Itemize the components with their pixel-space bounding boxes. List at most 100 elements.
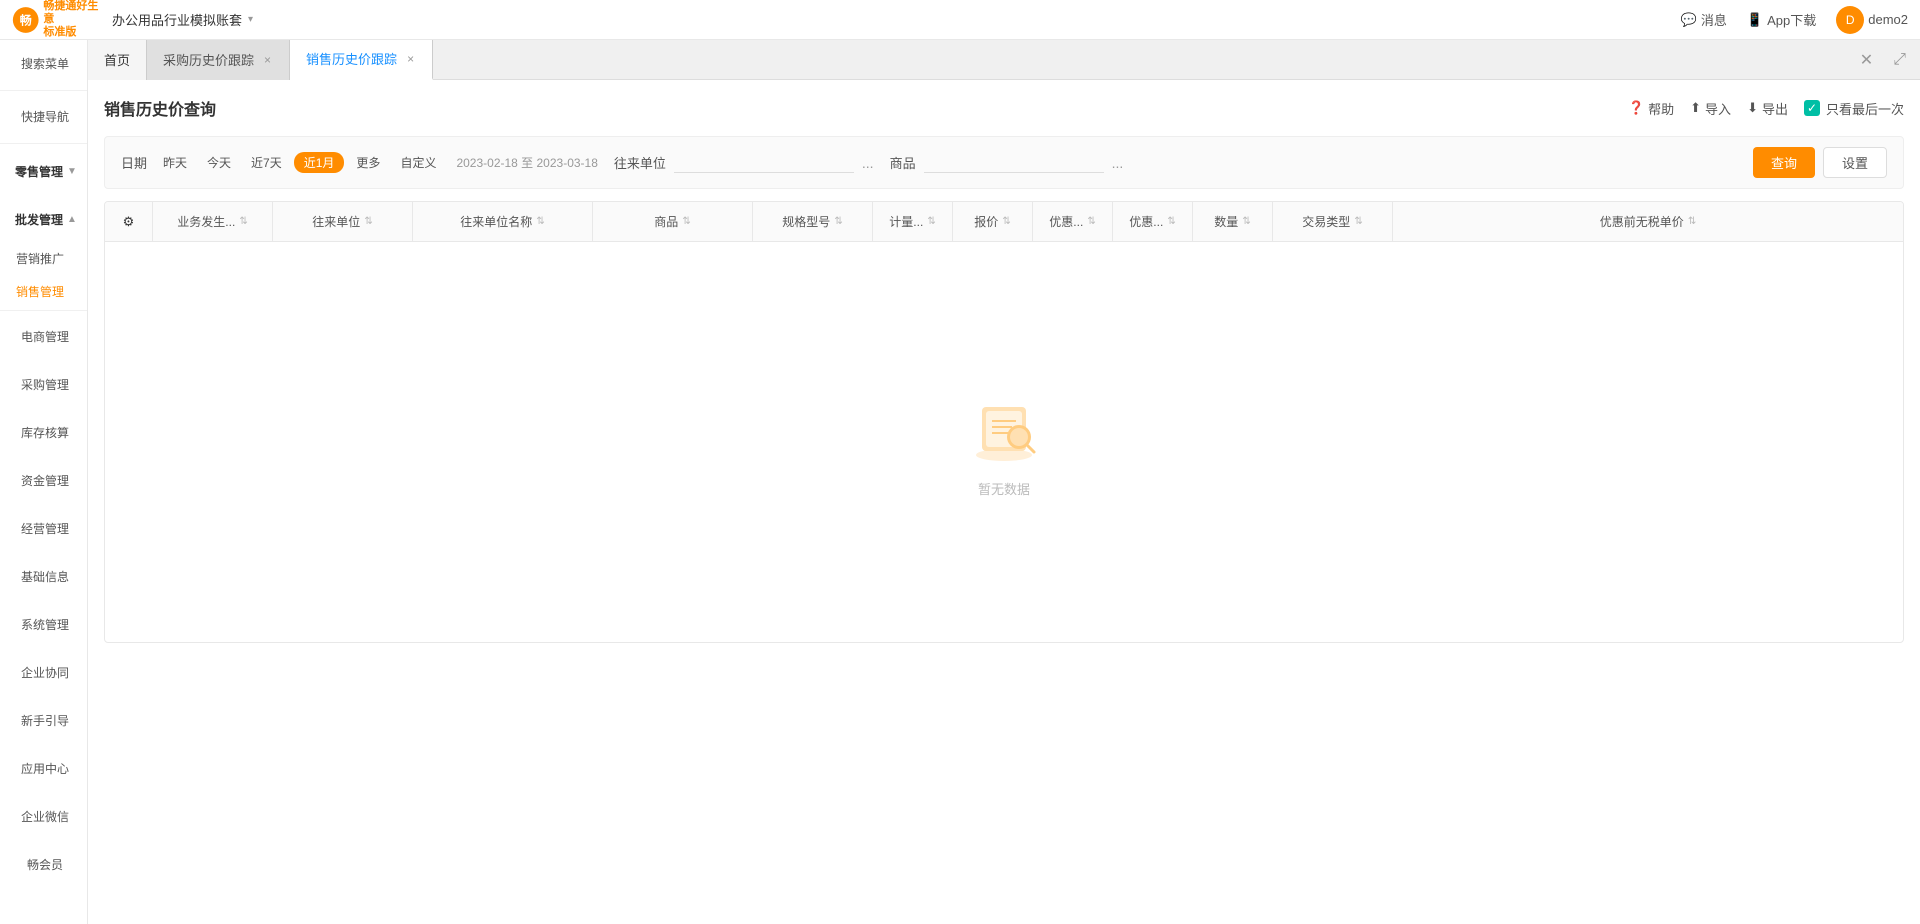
sidebar-item-new-guide[interactable]: 新手引导 <box>0 697 87 745</box>
tab-sales-history-label: 销售历史价跟踪 <box>306 49 397 68</box>
th-quote-label: 报价 <box>974 213 998 230</box>
sidebar-item-basic-info[interactable]: 基础信息 <box>0 553 87 601</box>
date-btn-1month[interactable]: 近1月 <box>294 152 345 173</box>
enterprise-wechat-label: 企业微信 <box>21 809 69 826</box>
table-container: ⚙ 业务发生... ⇅ 往来单位 ⇅ 往来单位名称 ⇅ <box>104 201 1904 643</box>
help-icon: ❓ <box>1628 100 1644 116</box>
sidebar-item-vip-member[interactable]: 畅会员 <box>0 841 87 889</box>
page-title-row: 销售历史价查询 ❓ 帮助 ⬆ 导入 ⬇ 导出 ✓ <box>104 96 1904 120</box>
date-btn-today[interactable]: 今天 <box>199 152 239 173</box>
sidebar-item-ecommerce[interactable]: 电商管理 <box>0 313 87 361</box>
date-filter-group: 日期 昨天 今天 近7天 近1月 更多 自定义 2023-02-18 至 202… <box>121 152 598 173</box>
th-bizdate-label: 业务发生... <box>177 213 235 230</box>
sidebar-item-quick-nav[interactable]: 快捷导航 <box>0 93 87 141</box>
sort-icon-disc2: ⇅ <box>1167 216 1175 227</box>
sidebar-item-inventory[interactable]: 库存核算 <box>0 409 87 457</box>
sidebar-item-sales-mgmt[interactable]: 销售管理 <box>0 275 87 308</box>
chevron-down-icon: ▾ <box>248 14 253 25</box>
import-button[interactable]: ⬆ 导入 <box>1690 99 1731 118</box>
table-settings-button[interactable]: ⚙ <box>105 202 153 241</box>
tab-sales-history-close[interactable]: × <box>405 50 416 68</box>
th-unitname[interactable]: 往来单位名称 ⇅ <box>413 202 593 241</box>
sort-icon-goods: ⇅ <box>682 216 690 227</box>
th-pretax[interactable]: 优惠前无税单价 ⇅ <box>1393 202 1903 241</box>
ecommerce-label: 电商管理 <box>21 329 69 346</box>
sidebar-divider-3 <box>0 310 87 311</box>
app-download-button[interactable]: 📱 App下载 <box>1747 10 1816 29</box>
sidebar-item-wholesale-mgmt[interactable]: 批发管理 ▲ <box>0 194 87 242</box>
tab-close-all-button[interactable]: ✕ <box>1854 48 1879 72</box>
message-icon: 💬 <box>1681 12 1697 28</box>
goods-input[interactable] <box>924 153 1104 173</box>
export-icon: ⬇ <box>1747 100 1758 116</box>
th-qty[interactable]: 数量 ⇅ <box>1193 202 1273 241</box>
sort-icon-quote: ⇅ <box>1002 216 1010 227</box>
date-btn-yesterday[interactable]: 昨天 <box>155 152 195 173</box>
sidebar-item-marketing[interactable]: 营销推广 <box>0 242 87 275</box>
table-header: ⚙ 业务发生... ⇅ 往来单位 ⇅ 往来单位名称 ⇅ <box>105 202 1903 242</box>
sidebar-item-search-menu[interactable]: 搜索菜单 <box>0 40 87 88</box>
unit-input[interactable] <box>674 153 854 173</box>
date-buttons: 昨天 今天 近7天 近1月 更多 自定义 <box>155 152 444 173</box>
sidebar-item-enterprise-wechat[interactable]: 企业微信 <box>0 793 87 841</box>
th-disc2-label: 优惠... <box>1129 213 1163 230</box>
th-bizdate[interactable]: 业务发生... ⇅ <box>153 202 273 241</box>
filter-bar: 日期 昨天 今天 近7天 近1月 更多 自定义 2023-02-18 至 202… <box>104 136 1904 189</box>
logo-area: 畅 畅捷通好生意 标准版 <box>12 0 100 39</box>
tab-purchase-history-label: 采购历史价跟踪 <box>163 50 254 69</box>
app-selector[interactable]: 办公用品行业模拟账套 ▾ <box>100 10 1681 29</box>
message-button[interactable]: 💬 消息 <box>1681 10 1727 29</box>
th-txtype[interactable]: 交易类型 ⇅ <box>1273 202 1393 241</box>
page-title: 销售历史价查询 <box>104 96 216 120</box>
th-unit[interactable]: 往来单位 ⇅ <box>273 202 413 241</box>
date-btn-custom[interactable]: 自定义 <box>392 152 444 173</box>
tab-sales-history[interactable]: 销售历史价跟踪 × <box>290 40 433 80</box>
page-content: 销售历史价查询 ❓ 帮助 ⬆ 导入 ⬇ 导出 ✓ <box>88 80 1920 924</box>
purchase-label: 采购管理 <box>21 377 69 394</box>
sidebar-item-retail-mgmt[interactable]: 零售管理 ▼ <box>0 146 87 194</box>
th-disc1[interactable]: 优惠... ⇅ <box>1033 202 1113 241</box>
sidebar-item-system-mgmt[interactable]: 系统管理 <box>0 601 87 649</box>
goods-dots-button[interactable]: ... <box>1112 155 1124 171</box>
enterprise-cooperation-label: 企业协同 <box>21 665 69 682</box>
date-btn-7days[interactable]: 近7天 <box>243 152 290 173</box>
sidebar-divider-1 <box>0 90 87 91</box>
tab-home[interactable]: 首页 <box>88 40 147 80</box>
help-button[interactable]: ❓ 帮助 <box>1628 99 1674 118</box>
goods-filter-group: 商品 ... <box>890 153 1124 173</box>
settings-button[interactable]: 设置 <box>1823 147 1887 178</box>
logo-text: 畅捷通好生意 标准版 <box>43 0 100 39</box>
th-goods[interactable]: 商品 ⇅ <box>593 202 753 241</box>
tab-purchase-history[interactable]: 采购历史价跟踪 × <box>147 40 290 80</box>
sidebar-divider-2 <box>0 143 87 144</box>
tab-purchase-history-close[interactable]: × <box>262 51 273 69</box>
th-disc2[interactable]: 优惠... ⇅ <box>1113 202 1193 241</box>
only-last-checkbox[interactable]: ✓ 只看最后一次 <box>1804 99 1904 118</box>
query-button[interactable]: 查询 <box>1753 147 1815 178</box>
sales-mgmt-label: 销售管理 <box>16 285 64 299</box>
unit-dots-button[interactable]: ... <box>862 155 874 171</box>
th-quote[interactable]: 报价 ⇅ <box>953 202 1033 241</box>
sort-icon-unitname: ⇅ <box>536 216 544 227</box>
th-spec[interactable]: 规格型号 ⇅ <box>753 202 873 241</box>
sidebar-item-enterprise-cooperation[interactable]: 企业协同 <box>0 649 87 697</box>
tab-bar: 首页 采购历史价跟踪 × 销售历史价跟踪 × ✕ ⤢ <box>88 40 1920 80</box>
date-btn-more[interactable]: 更多 <box>348 152 388 173</box>
goods-label: 商品 <box>890 153 916 172</box>
new-guide-label: 新手引导 <box>21 713 69 730</box>
sidebar-item-operation[interactable]: 经营管理 <box>0 505 87 553</box>
sort-icon-pretax: ⇅ <box>1688 216 1696 227</box>
settings-icon: ⚙ <box>123 214 135 230</box>
th-unit2[interactable]: 计量... ⇅ <box>873 202 953 241</box>
export-button[interactable]: ⬇ 导出 <box>1747 99 1788 118</box>
sidebar-item-app-center[interactable]: 应用中心 <box>0 745 87 793</box>
tab-maximize-button[interactable]: ⤢ <box>1887 49 1912 71</box>
user-profile-button[interactable]: D demo2 <box>1836 6 1908 34</box>
sidebar-item-capital[interactable]: 资金管理 <box>0 457 87 505</box>
th-unit-label: 往来单位 <box>312 213 360 230</box>
sort-icon-qty: ⇅ <box>1242 216 1250 227</box>
sidebar-item-purchase[interactable]: 采购管理 <box>0 361 87 409</box>
th-spec-label: 规格型号 <box>782 213 830 230</box>
page-actions: ❓ 帮助 ⬆ 导入 ⬇ 导出 ✓ 只看最后一次 <box>1628 99 1904 118</box>
th-disc1-label: 优惠... <box>1049 213 1083 230</box>
